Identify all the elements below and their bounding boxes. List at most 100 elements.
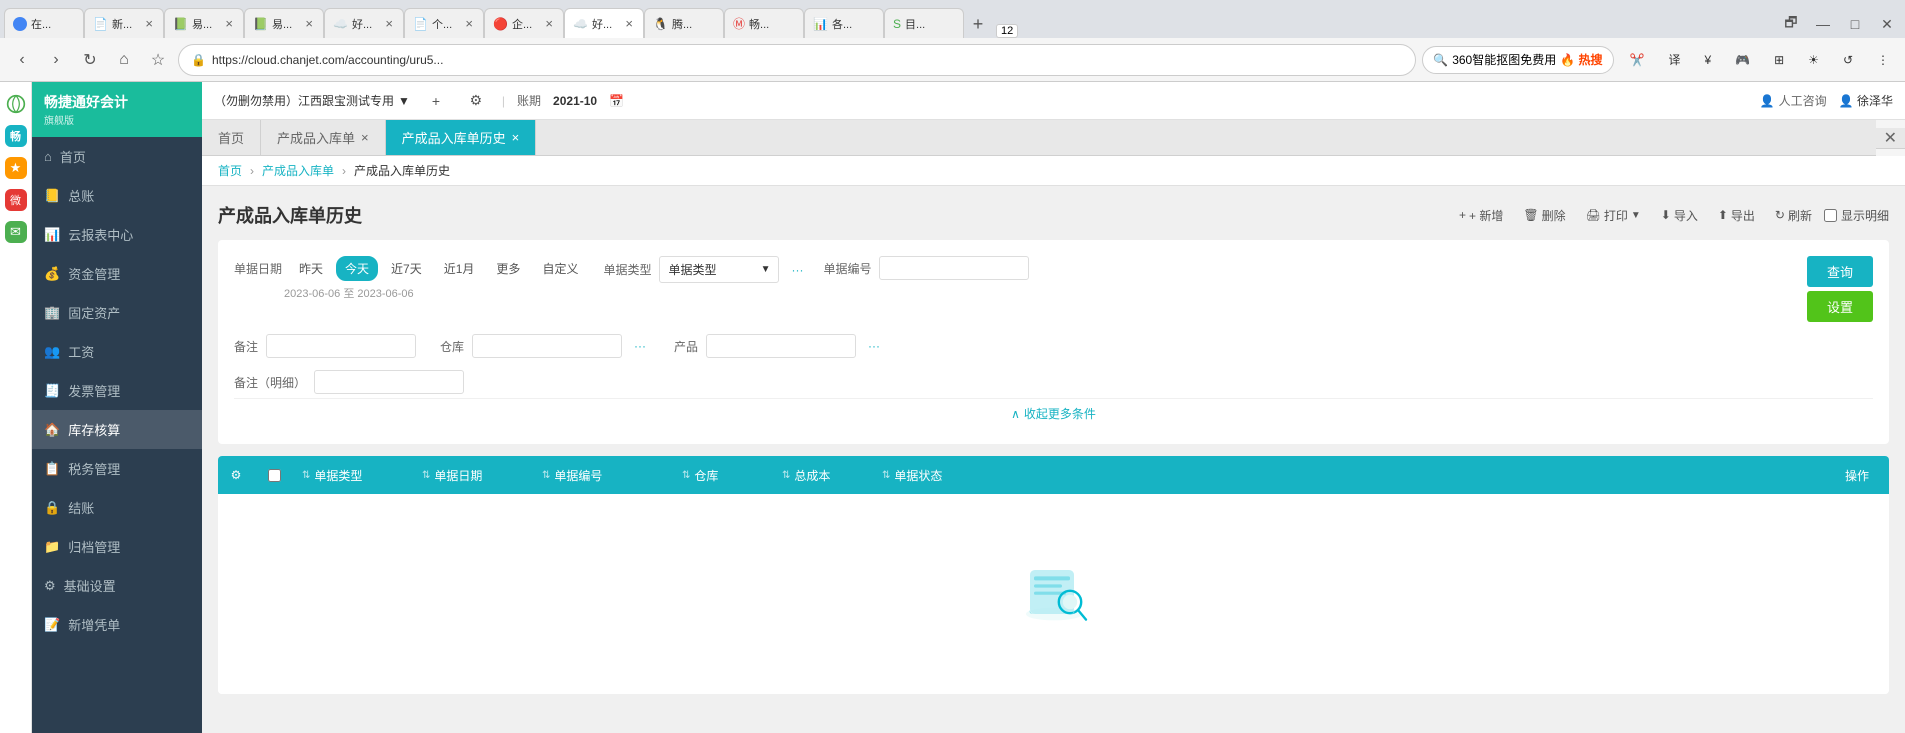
sidebar-item-archive[interactable]: 📁 归档管理 <box>32 527 202 566</box>
product-filter-ellipsis[interactable]: ··· <box>864 339 884 353</box>
user-name-button[interactable]: 👤 徐泽华 <box>1839 92 1893 109</box>
tab-close-6[interactable]: × <box>463 16 475 31</box>
warehouse-filter-ellipsis[interactable]: ··· <box>630 339 650 353</box>
forward-button[interactable]: › <box>42 46 70 74</box>
browser-tab-2[interactable]: 📄 新... × <box>84 8 164 38</box>
sidebar-item-home[interactable]: ⌂ 首页 <box>32 137 202 176</box>
collapse-button[interactable]: ∧ 收起更多条件 <box>234 398 1873 428</box>
search-bar[interactable]: 🔍 360智能抠图免费用 🔥 热搜 <box>1422 46 1613 74</box>
page-tab-product-list[interactable]: 产成品入库单 × <box>261 120 386 155</box>
number-filter-input[interactable] <box>879 256 1029 280</box>
date-btn-today[interactable]: 今天 <box>336 256 378 281</box>
scissors-tool[interactable]: ✂️ <box>1622 50 1653 70</box>
type-filter-ellipsis[interactable]: ··· <box>787 263 807 277</box>
translate-tool[interactable]: 译 <box>1660 48 1688 71</box>
page-tab-product-history[interactable]: 产成品入库单历史 × <box>386 120 537 155</box>
more-tool[interactable]: ⋮ <box>1869 50 1897 70</box>
page-tab-home[interactable]: 首页 <box>202 120 261 155</box>
sidebar-item-new-entry[interactable]: 📝 新增凭单 <box>32 605 202 644</box>
query-button[interactable]: 查询 <box>1807 256 1873 287</box>
add-org-button[interactable]: + <box>422 87 450 115</box>
grid-tool[interactable]: ⊞ <box>1766 50 1792 70</box>
sidebar-item-tax[interactable]: 📋 税务管理 <box>32 449 202 488</box>
date-btn-1month[interactable]: 近1月 <box>435 256 484 281</box>
th-date[interactable]: ⇅ 单据日期 <box>414 467 534 484</box>
sidebar-item-report[interactable]: 📊 云报表中心 <box>32 215 202 254</box>
left-icon-star[interactable]: ★ <box>2 154 30 182</box>
export-button[interactable]: ⬆ 导出 <box>1710 203 1763 228</box>
url-bar[interactable]: 🔒 https://cloud.chanjet.com/accounting/u… <box>178 44 1416 76</box>
org-settings-button[interactable]: ⚙ <box>462 87 490 115</box>
tab-close-2[interactable]: × <box>143 16 155 31</box>
sidebar-item-inventory[interactable]: 🏠 库存核算 <box>32 410 202 449</box>
import-button[interactable]: ⬇ 导入 <box>1653 203 1706 228</box>
browser-tab-12[interactable]: S 目... <box>884 8 964 38</box>
close-panel-button[interactable]: ✕ <box>1884 128 1897 148</box>
select-all-checkbox[interactable] <box>268 469 281 482</box>
sidebar-item-wage[interactable]: 👥 工资 <box>32 332 202 371</box>
remark-filter-input[interactable] <box>266 334 416 358</box>
history-tool[interactable]: ↺ <box>1835 50 1861 70</box>
remark-detail-input[interactable] <box>314 370 464 394</box>
th-cost[interactable]: ⇅ 总成本 <box>774 467 874 484</box>
browser-tab-10[interactable]: Ⓜ 畅... <box>724 8 804 38</box>
game-tool[interactable]: 🎮 <box>1727 50 1758 70</box>
minimize-button[interactable]: — <box>1809 10 1837 38</box>
org-selector[interactable]: （勿删勿禁用）江西跟宝测试专用 ▼ <box>214 92 410 109</box>
th-gear[interactable]: ⚙ <box>218 468 254 482</box>
tab-close-8[interactable]: × <box>623 16 635 31</box>
th-checkbox[interactable] <box>254 469 294 482</box>
browser-tab-9[interactable]: 🐧 腾... <box>644 8 724 38</box>
type-filter-select[interactable]: 单据类型 ▼ <box>659 256 779 283</box>
tab-close-3[interactable]: × <box>223 16 235 31</box>
tab-close-4[interactable]: × <box>303 16 315 31</box>
refresh-nav-button[interactable]: ↻ <box>76 46 104 74</box>
maximize-button[interactable]: □ <box>1841 10 1869 38</box>
left-icon-mail[interactable]: ✉ <box>2 218 30 246</box>
currency-tool[interactable]: ¥ <box>1696 50 1719 70</box>
browser-tab-5[interactable]: ☁️ 好... × <box>324 8 404 38</box>
show-cols-check[interactable]: 显示明细 <box>1824 207 1889 224</box>
left-icon-weibo[interactable]: 微 <box>2 186 30 214</box>
th-number[interactable]: ⇅ 单据编号 <box>534 467 674 484</box>
warehouse-filter-input[interactable] <box>472 334 622 358</box>
left-icon-globe[interactable] <box>2 90 30 118</box>
setting-button[interactable]: 设置 <box>1807 291 1873 322</box>
close-browser-button[interactable]: ✕ <box>1873 10 1901 38</box>
print-button[interactable]: 🖨 打印 ▼ <box>1578 203 1649 228</box>
restore-button[interactable]: 🗗 <box>1777 10 1805 38</box>
left-icon-chanjet[interactable]: 畅 <box>2 122 30 150</box>
browser-tab-1[interactable]: 在... <box>4 8 84 38</box>
theme-tool[interactable]: ☀ <box>1800 50 1827 70</box>
user-service-button[interactable]: 👤 人工咨询 <box>1760 92 1827 109</box>
browser-tab-8[interactable]: ☁️ 好... × <box>564 8 644 38</box>
sidebar-item-close[interactable]: 🔒 结账 <box>32 488 202 527</box>
delete-button[interactable]: 🗑 删除 <box>1515 203 1573 228</box>
show-cols-checkbox[interactable] <box>1824 209 1837 222</box>
sidebar-item-basic-settings[interactable]: ⚙ 基础设置 <box>32 566 202 605</box>
tab-close-5[interactable]: × <box>383 16 395 31</box>
sidebar-item-fund[interactable]: 💰 资金管理 <box>32 254 202 293</box>
th-warehouse[interactable]: ⇅ 仓库 <box>674 467 774 484</box>
back-button[interactable]: ‹ <box>8 46 36 74</box>
product-filter-input[interactable] <box>706 334 856 358</box>
date-btn-yesterday[interactable]: 昨天 <box>290 256 332 281</box>
bookmark-button[interactable]: ☆ <box>144 46 172 74</box>
breadcrumb-home[interactable]: 首页 <box>218 162 242 179</box>
page-tab-product-list-close[interactable]: × <box>361 130 369 145</box>
refresh-button[interactable]: ↻ 刷新 <box>1767 203 1820 228</box>
sidebar-item-invoice[interactable]: 🧾 发票管理 <box>32 371 202 410</box>
home-nav-button[interactable]: ⌂ <box>110 46 138 74</box>
th-status[interactable]: ⇅ 单据状态 <box>874 467 994 484</box>
date-btn-custom[interactable]: 自定义 <box>533 256 587 281</box>
th-type[interactable]: ⇅ 单据类型 <box>294 467 414 484</box>
browser-tab-3[interactable]: 📗 易... × <box>164 8 244 38</box>
date-btn-7days[interactable]: 近7天 <box>382 256 431 281</box>
page-tab-product-history-close[interactable]: × <box>512 130 520 145</box>
breadcrumb-product-list[interactable]: 产成品入库单 <box>262 162 334 179</box>
sidebar-item-ledger[interactable]: 📒 总账 <box>32 176 202 215</box>
browser-tab-6[interactable]: 📄 个... × <box>404 8 484 38</box>
sidebar-item-fixed-assets[interactable]: 🏢 固定资产 <box>32 293 202 332</box>
browser-tab-11[interactable]: 📊 各... <box>804 8 884 38</box>
tab-close-7[interactable]: × <box>543 16 555 31</box>
